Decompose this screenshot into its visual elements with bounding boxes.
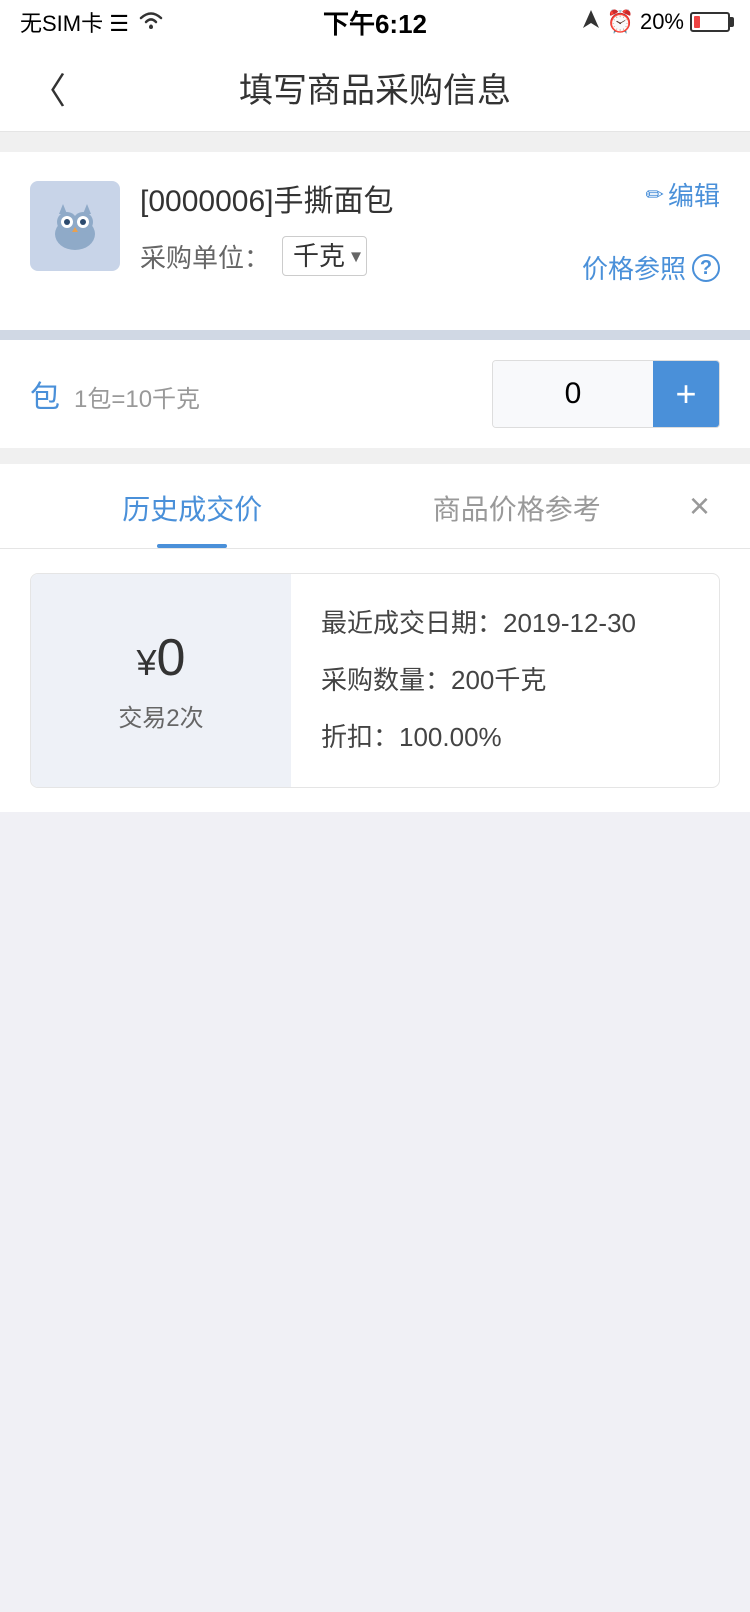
quantity-plus-button[interactable]: + [653,361,719,427]
recent-date-label: 最近成交日期： [321,608,503,638]
product-info: [0000006]手撕面包 采购单位： 千克 包 [140,176,393,276]
wifi-icon [137,8,165,36]
price-trades: 交易2次 [118,698,203,733]
tabs-section: 历史成交价 商品价格参考 × ¥0 交易2次 最近成交日期：2019-12-30… [0,464,750,812]
quantity-unit: 包 [30,372,60,416]
unit-select[interactable]: 千克 包 [282,236,367,276]
price-amount: 0 [157,629,186,687]
nav-bar: 〈 填写商品采购信息 [0,44,750,132]
status-right: ⏰ 20% [581,8,730,36]
tabs-header: 历史成交价 商品价格参考 × [0,464,750,549]
tab-history-price[interactable]: 历史成交价 [30,464,354,548]
price-currency: ¥ [137,642,157,683]
purchase-qty-value: 200千克 [451,665,546,695]
quantity-conversion: 1包=10千克 [74,379,200,414]
price-ref-button[interactable]: 价格参照 ? [582,249,720,286]
product-image [30,181,120,271]
edit-button[interactable]: ✏ 编辑 [646,176,720,213]
price-card-right: 最近成交日期：2019-12-30 采购数量：200千克 折扣：100.00% [291,574,719,787]
quantity-left: 包 1包=10千克 [30,372,200,416]
purchase-qty-label: 采购数量： [321,665,451,695]
carrier-text: 无SIM卡 ☰ [20,6,129,38]
recent-date-value: 2019-12-30 [503,608,636,638]
quantity-input-wrapper: + [492,360,720,428]
info-icon: ? [692,254,720,282]
unit-label: 采购单位： [140,238,270,275]
content-area: ¥0 交易2次 最近成交日期：2019-12-30 采购数量：200千克 折扣：… [0,549,750,812]
quantity-input[interactable] [493,361,653,427]
product-header: [0000006]手撕面包 采购单位： 千克 包 ✏ 编辑 价格参照 [30,176,720,286]
edit-label: 编辑 [668,176,720,213]
quantity-row: 包 1包=10千克 + [0,340,750,448]
status-left: 无SIM卡 ☰ [20,6,165,38]
discount-value: 100.00% [399,722,502,752]
back-button[interactable]: 〈 [30,52,76,124]
unit-select-wrapper[interactable]: 千克 包 [282,236,367,276]
price-card-left: ¥0 交易2次 [31,574,291,787]
alarm-icon: ⏰ [607,9,634,35]
product-name: [0000006]手撕面包 [140,176,393,220]
tab-price-ref-label: 商品价格参考 [433,494,601,525]
location-icon [581,8,601,36]
price-value: ¥0 [137,628,186,688]
discount-row: 折扣：100.00% [321,718,689,757]
product-section: [0000006]手撕面包 采购单位： 千克 包 ✏ 编辑 价格参照 [0,152,750,330]
price-ref-label: 价格参照 [582,249,686,286]
purchase-qty-row: 采购数量：200千克 [321,661,689,700]
page-title: 填写商品采购信息 [239,63,511,112]
close-button[interactable]: × [679,475,720,537]
product-thumbnail [45,196,105,256]
discount-label: 折扣： [321,722,399,752]
tab-price-ref[interactable]: 商品价格参考 [354,464,678,548]
product-unit-row: 采购单位： 千克 包 [140,236,393,276]
page-background [0,812,750,1612]
product-actions: ✏ 编辑 价格参照 ? [582,176,720,286]
edit-icon: ✏ [646,182,664,208]
price-card: ¥0 交易2次 最近成交日期：2019-12-30 采购数量：200千克 折扣：… [30,573,720,788]
gray-divider [0,330,750,340]
status-bar: 无SIM卡 ☰ 下午6:12 ⏰ 20% [0,0,750,44]
tab-history-label: 历史成交价 [122,494,262,525]
recent-date-row: 最近成交日期：2019-12-30 [321,604,689,643]
status-time: 下午6:12 [323,4,427,41]
product-left: [0000006]手撕面包 采购单位： 千克 包 [30,176,393,276]
battery-icon [690,12,730,32]
battery-percent: 20% [640,9,684,35]
